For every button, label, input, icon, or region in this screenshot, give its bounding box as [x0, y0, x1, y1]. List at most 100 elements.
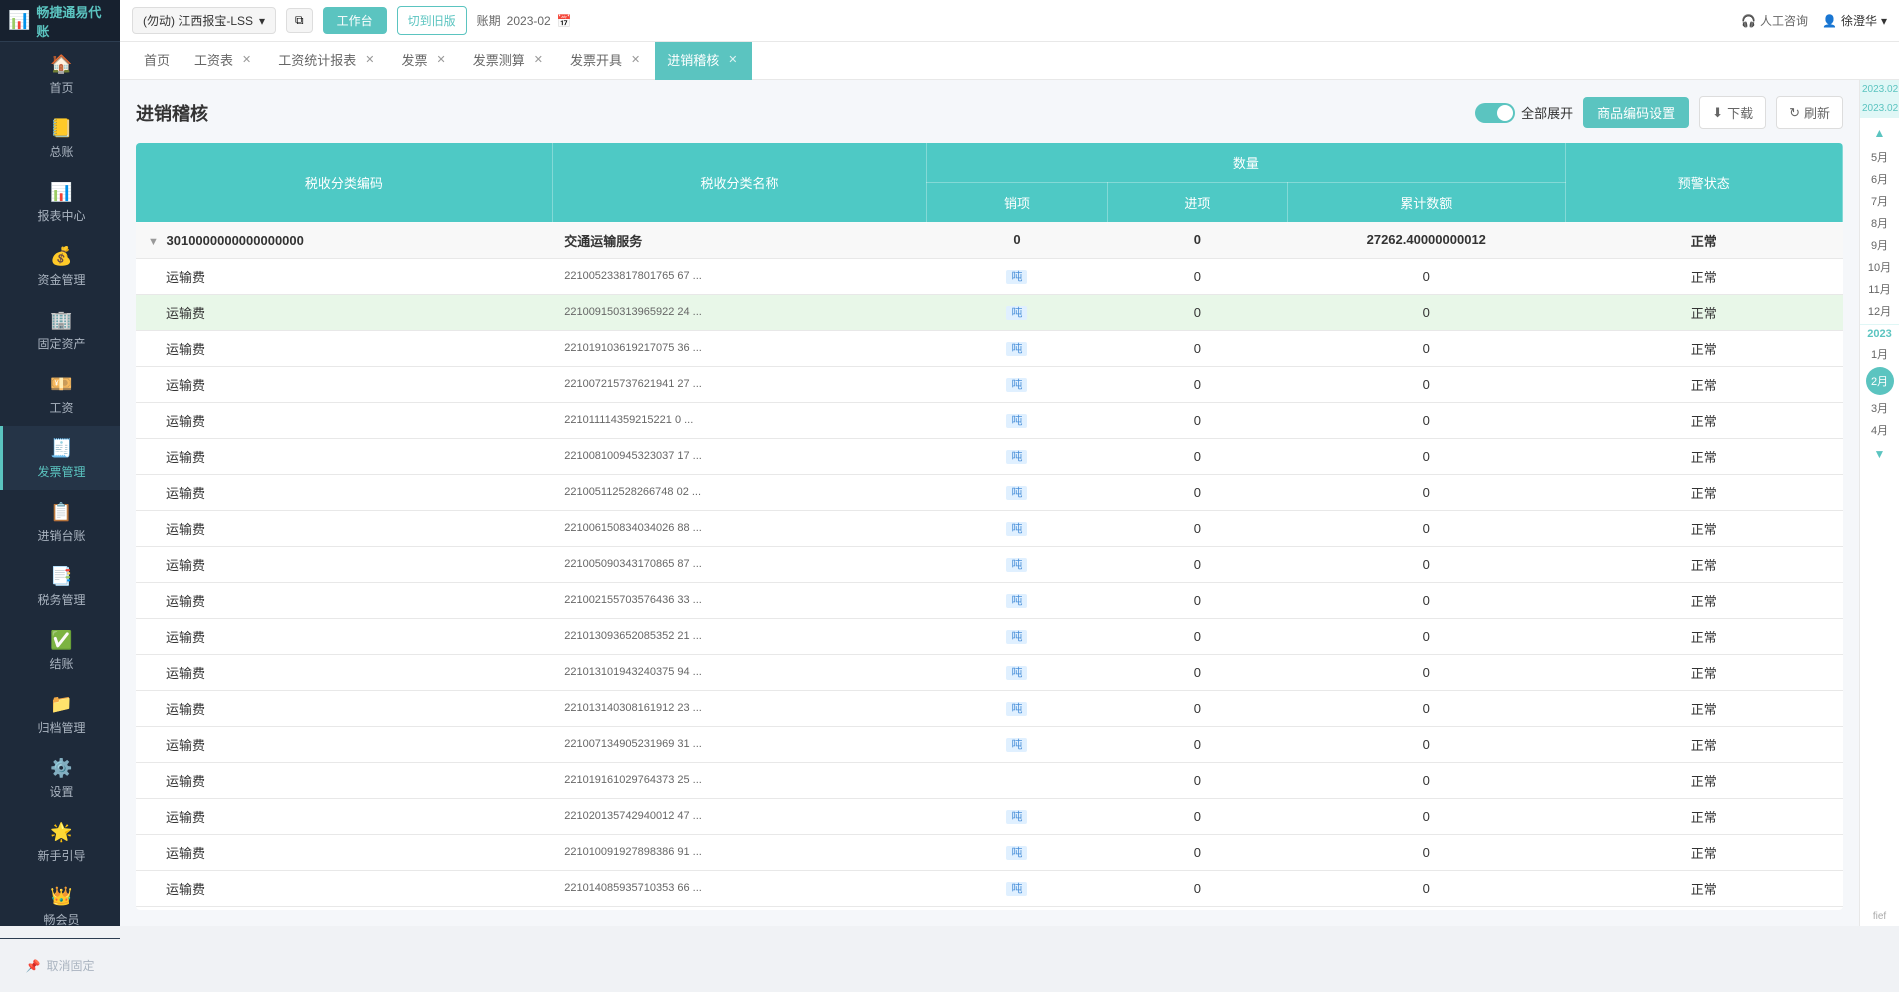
month-12[interactable]: 12月 — [1860, 300, 1899, 322]
table-row: 运输费 221005090343170865 87 ... 吨 0 0 正常 — [136, 546, 1843, 582]
year-2023[interactable]: 2023 — [1860, 324, 1899, 343]
cell-status: 正常 — [1565, 294, 1843, 330]
tab-reconcile[interactable]: 进销稽核 ✕ — [655, 42, 752, 80]
cell-detail: 221005233817801765 67 ... — [552, 258, 927, 294]
close-icon[interactable]: ✕ — [434, 52, 449, 67]
cell-sales: 0 — [1107, 294, 1287, 330]
cell-detail: 221008100945323037 17 ... — [552, 438, 927, 474]
cell-code: 运输费 — [136, 546, 552, 582]
month-3[interactable]: 3月 — [1860, 397, 1899, 419]
support-button[interactable]: 🎧 人工咨询 — [1741, 12, 1808, 29]
sidebar-item-assets[interactable]: 🏢 固定资产 — [0, 298, 120, 362]
download-button[interactable]: ⬇ 下载 — [1699, 96, 1766, 129]
sidebar-item-funds[interactable]: 💰 资金管理 — [0, 234, 120, 298]
tab-payroll-report[interactable]: 工资统计报表 ✕ — [266, 42, 389, 80]
sidebar-item-settings[interactable]: ⚙️ 设置 — [0, 746, 120, 810]
month-9[interactable]: 9月 — [1860, 234, 1899, 256]
cell-code: 运输费 — [136, 762, 552, 798]
cell-status: 正常 — [1565, 582, 1843, 618]
sidebar-item-member[interactable]: 👑 畅会员 — [0, 874, 120, 938]
sidebar-item-label: 进销台账 — [37, 527, 85, 544]
tab-invoice[interactable]: 发票 ✕ — [389, 42, 460, 80]
month-2-active[interactable]: 2月 — [1866, 367, 1894, 395]
copy-button[interactable]: ⧉ — [286, 8, 313, 33]
month-6[interactable]: 6月 — [1860, 168, 1899, 190]
table-row: 运输费 221008100945323037 17 ... 吨 0 0 正常 — [136, 438, 1843, 474]
logo-icon: 📊 — [8, 10, 30, 31]
settings-button[interactable]: 商品编码设置 — [1583, 97, 1689, 128]
cell-code: 运输费 — [136, 690, 552, 726]
sidebar-item-invoice[interactable]: 🧾 发票管理 — [0, 426, 120, 490]
sidebar-item-purchase-sales[interactable]: 📋 进销台账 — [0, 490, 120, 554]
close-icon[interactable]: ✕ — [362, 52, 377, 67]
expand-toggle[interactable] — [1475, 103, 1515, 123]
tab-home[interactable]: 首页 — [132, 42, 182, 80]
cell-sales: 0 — [1107, 366, 1287, 402]
cell-detail: 221005090343170865 87 ... — [552, 546, 927, 582]
refresh-icon: ↻ — [1789, 105, 1800, 121]
month-5[interactable]: 5月 — [1860, 146, 1899, 168]
fief-label[interactable]: fief — [1860, 907, 1899, 926]
cell-status: 正常 — [1565, 222, 1843, 258]
sidebar-item-archive[interactable]: 📁 归档管理 — [0, 682, 120, 746]
cell-code: 运输费 — [136, 798, 552, 834]
tab-label: 发票开具 — [570, 50, 622, 69]
period-2023-top[interactable]: 2023.02 — [1860, 80, 1899, 99]
month-8[interactable]: 8月 — [1860, 212, 1899, 234]
tab-payroll[interactable]: 工资表 ✕ — [182, 42, 266, 80]
sidebar-item-checkout[interactable]: ✅ 结账 — [0, 618, 120, 682]
refresh-button[interactable]: ↻ 刷新 — [1776, 96, 1843, 129]
sidebar-item-label: 资金管理 — [37, 271, 85, 288]
tab-invoice-issue[interactable]: 发票开具 ✕ — [558, 42, 655, 80]
close-icon[interactable]: ✕ — [239, 52, 254, 67]
month-11[interactable]: 11月 — [1860, 278, 1899, 300]
chevron-up-icon[interactable]: ▲ — [1860, 120, 1899, 146]
month-7[interactable]: 7月 — [1860, 190, 1899, 212]
table-row: 运输费 221014191254101434 02 ... 吨 0 0 正常 — [136, 906, 1843, 910]
month-1[interactable]: 1月 — [1860, 343, 1899, 365]
switch-version-button[interactable]: 切到旧版 — [397, 6, 467, 35]
close-icon[interactable]: ✕ — [628, 52, 643, 67]
table-row: 运输费 221013101943240375 94 ... 吨 0 0 正常 — [136, 654, 1843, 690]
company-name: (勿动) 江西报宝-LSS — [143, 12, 253, 29]
sidebar-item-label: 首页 — [49, 79, 73, 96]
close-icon[interactable]: ✕ — [531, 52, 546, 67]
sidebar-item-label: 报表中心 — [37, 207, 85, 224]
close-icon[interactable]: ✕ — [725, 52, 740, 67]
table-row: 运输费 221007215737621941 27 ... 吨 0 0 正常 — [136, 366, 1843, 402]
worktable-button[interactable]: 工作台 — [323, 7, 387, 34]
cell-tag: 吨 — [927, 834, 1107, 870]
sidebar-item-tax[interactable]: 📑 税务管理 — [0, 554, 120, 618]
company-selector[interactable]: (勿动) 江西报宝-LSS ▾ — [132, 7, 276, 34]
tab-label: 工资统计报表 — [278, 50, 356, 69]
sidebar-item-guide[interactable]: 🌟 新手引导 — [0, 810, 120, 874]
cell-detail: 221002155703576436 33 ... — [552, 582, 927, 618]
cell-detail: 221010091927898386 91 ... — [552, 834, 927, 870]
month-4[interactable]: 4月 — [1860, 419, 1899, 441]
cell-purchase: 0 — [1288, 294, 1565, 330]
user-menu[interactable]: 👤 徐澄华 ▾ — [1822, 12, 1887, 29]
cell-code: 运输费 — [136, 474, 552, 510]
cell-purchase: 0 — [1288, 834, 1565, 870]
content-main: 进销稽核 全部展开 商品编码设置 ⬇ 下载 ↻ 刷新 — [120, 80, 1859, 926]
cell-sales: 0 — [1107, 762, 1287, 798]
unpin-button[interactable]: 📌 取消固定 — [0, 949, 120, 982]
sidebar-item-home[interactable]: 🏠 首页 — [0, 42, 120, 106]
chevron-down-icon[interactable]: ▼ — [1860, 441, 1899, 467]
member-icon: 👑 — [50, 886, 72, 907]
expand-icon[interactable]: ▼ — [148, 236, 159, 248]
cell-sales: 0 — [1107, 798, 1287, 834]
cell-purchase: 0 — [1288, 582, 1565, 618]
month-10[interactable]: 10月 — [1860, 256, 1899, 278]
period-2023-top2[interactable]: 2023.02 — [1860, 99, 1899, 118]
period-label: 账期 — [477, 12, 501, 29]
sidebar-item-salary[interactable]: 💴 工资 — [0, 362, 120, 426]
cell-tag: 吨 — [927, 294, 1107, 330]
cell-status: 正常 — [1565, 798, 1843, 834]
tab-invoice-calc[interactable]: 发票测算 ✕ — [461, 42, 558, 80]
sidebar-item-ledger[interactable]: 📒 总账 — [0, 106, 120, 170]
pin-label: 取消固定 — [46, 957, 94, 974]
sidebar-item-reports[interactable]: 📊 报表中心 — [0, 170, 120, 234]
cell-status: 正常 — [1565, 654, 1843, 690]
cell-purchase: 0 — [1288, 474, 1565, 510]
